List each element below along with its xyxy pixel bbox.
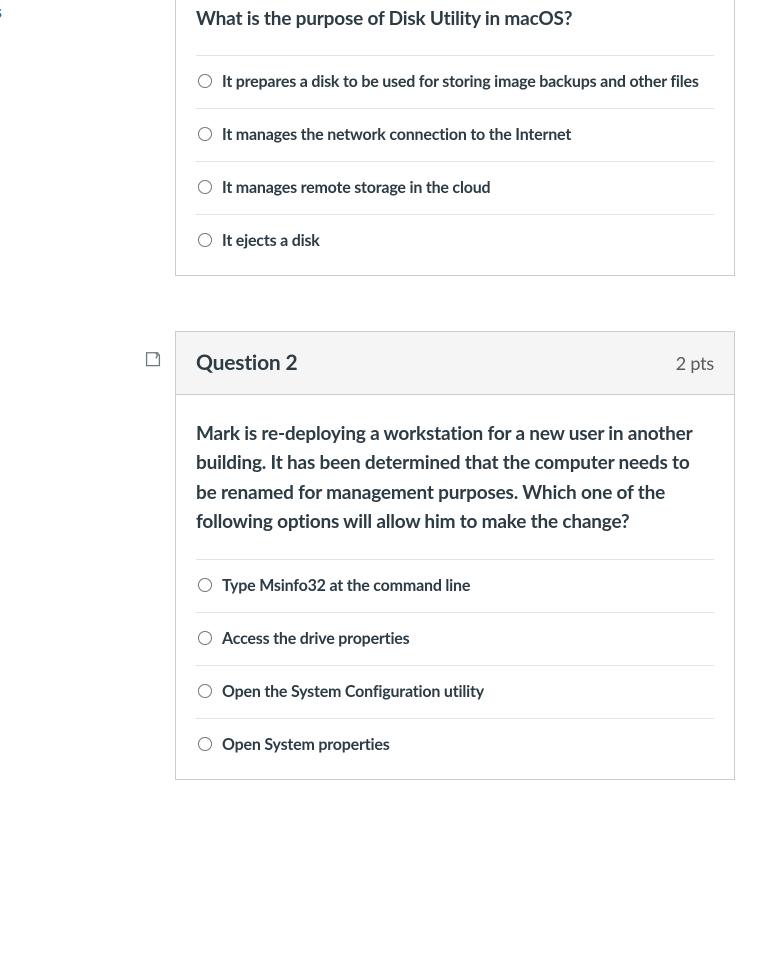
answer-text: It ejects a disk — [222, 229, 320, 253]
answer-option[interactable]: Open the System Configuration utility — [196, 665, 714, 718]
question-2-points: 2 pts — [676, 350, 714, 377]
answer-option[interactable]: It manages the network connection to the… — [196, 108, 714, 161]
answer-option[interactable]: Type Msinfo32 at the command line — [196, 559, 714, 612]
radio-input[interactable] — [198, 127, 212, 141]
answer-text: It manages remote storage in the cloud — [222, 176, 490, 200]
answer-text: Access the drive properties — [222, 627, 409, 651]
question-2-body: Mark is re-deploying a workstation for a… — [176, 395, 734, 779]
flag-icon[interactable] — [142, 350, 164, 372]
answer-text: Type Msinfo32 at the command line — [222, 574, 470, 598]
radio-input[interactable] — [198, 74, 212, 88]
question-2-title: Question 2 — [196, 347, 297, 379]
question-2-header: Question 2 2 pts — [176, 332, 734, 395]
radio-input[interactable] — [198, 684, 212, 698]
question-2-card: Question 2 2 pts Mark is re-deploying a … — [175, 331, 735, 779]
radio-input[interactable] — [198, 631, 212, 645]
partial-letter: s — [0, 0, 2, 25]
answer-option[interactable]: Access the drive properties — [196, 612, 714, 665]
radio-input[interactable] — [198, 233, 212, 247]
question-2-answers: Type Msinfo32 at the command line Access… — [196, 559, 714, 771]
question-2-text: Mark is re-deploying a workstation for a… — [196, 419, 714, 537]
answer-option[interactable]: It manages remote storage in the cloud — [196, 161, 714, 214]
radio-input[interactable] — [198, 737, 212, 751]
answer-text: Open System properties — [222, 733, 390, 757]
question-1-card: What is the purpose of Disk Utility in m… — [175, 0, 735, 276]
question-1-text: What is the purpose of Disk Utility in m… — [196, 4, 714, 33]
question-1-answers: It prepares a disk to be used for storin… — [196, 55, 714, 267]
answer-text: It manages the network connection to the… — [222, 123, 571, 147]
answer-text: It prepares a disk to be used for storin… — [222, 70, 699, 94]
answer-option[interactable]: It ejects a disk — [196, 214, 714, 267]
radio-input[interactable] — [198, 180, 212, 194]
question-1-body: What is the purpose of Disk Utility in m… — [176, 0, 734, 275]
answer-text: Open the System Configuration utility — [222, 680, 484, 704]
answer-option[interactable]: Open System properties — [196, 718, 714, 771]
answer-option[interactable]: It prepares a disk to be used for storin… — [196, 55, 714, 108]
radio-input[interactable] — [198, 578, 212, 592]
